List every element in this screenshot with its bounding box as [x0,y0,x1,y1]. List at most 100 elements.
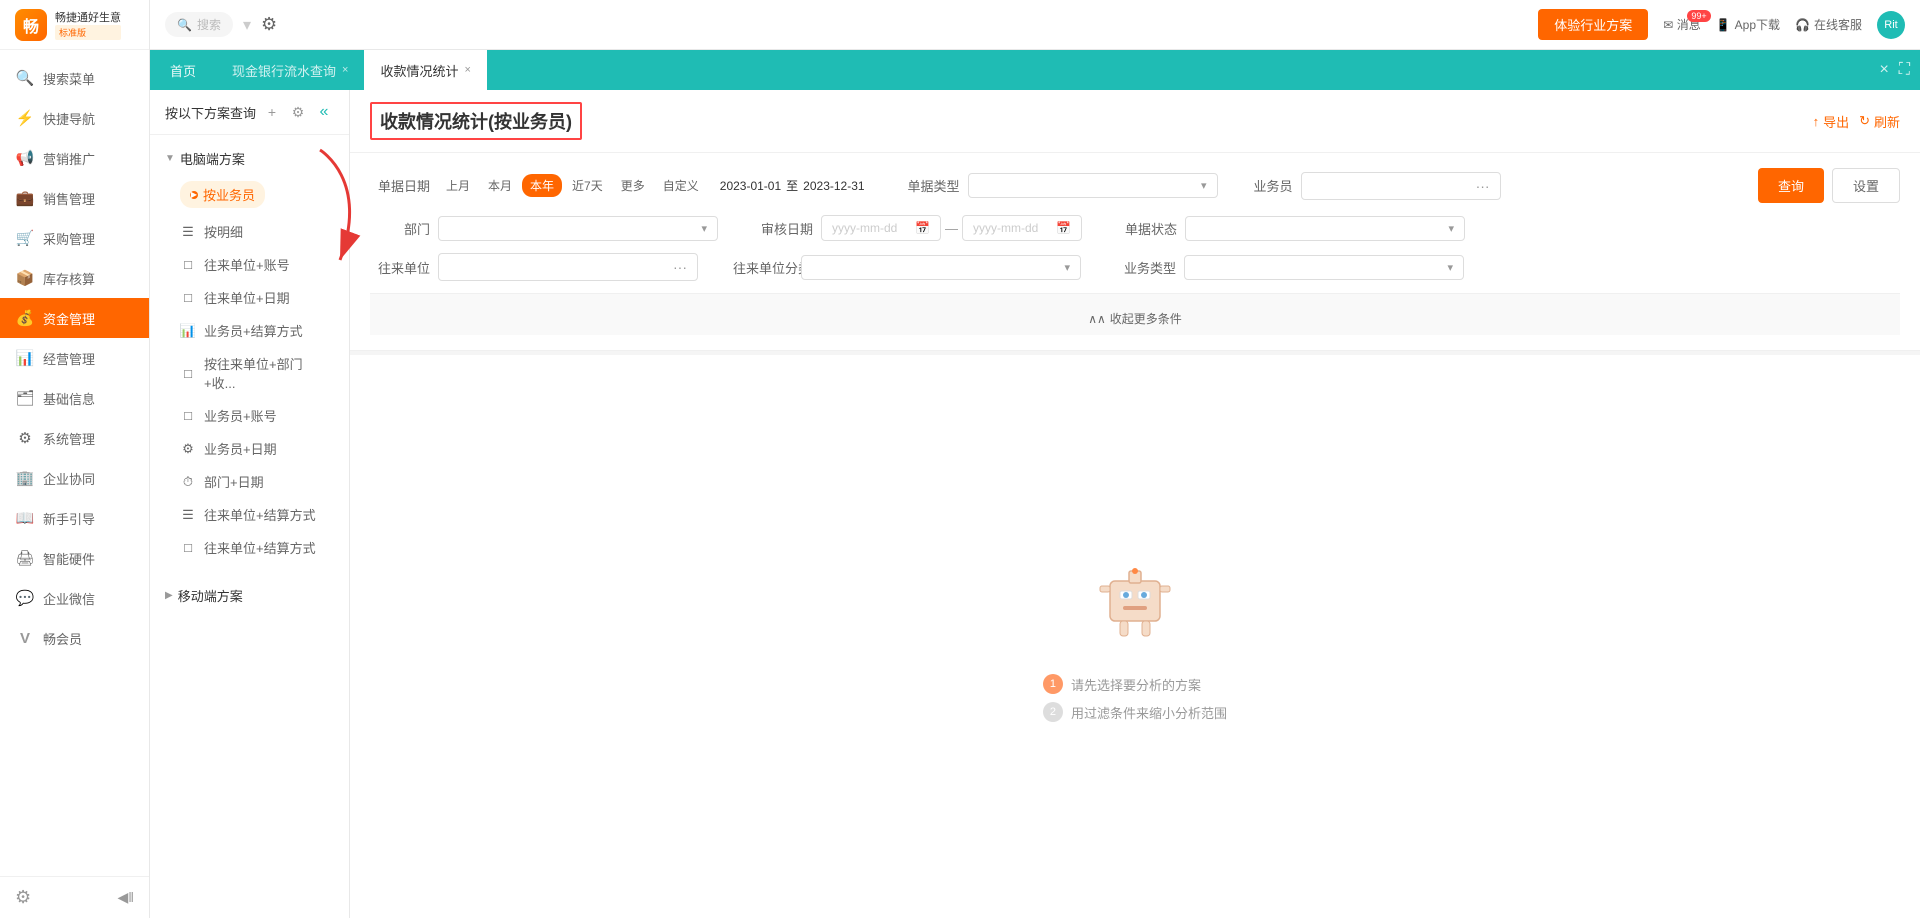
desktop-expand-icon: ▼ [165,153,175,164]
tab-bank-flow[interactable]: 现金银行流水查询 × [216,50,364,90]
online-service[interactable]: 🎧 在线客服 [1795,16,1862,33]
tab-collection-stats[interactable]: 收款情况统计 × [364,50,486,90]
scheme-item-partner-dept[interactable]: □ 按往来单位+部门+收... [150,347,349,399]
scheme-item-by-salesman[interactable]: ▶ 按业务员 [150,174,349,215]
sidebar-item-marketing[interactable]: 📢 营销推广 [0,138,149,178]
calendar-end-icon[interactable]: 📅 [1056,221,1071,235]
sidebar-item-finance[interactable]: 💰 资金管理 [0,298,149,338]
scheme-item-partner-date[interactable]: □ 往来单位+日期 [150,281,349,314]
dept-date-icon: ⏱ [180,474,196,490]
sidebar-item-purchase[interactable]: 🛒 采购管理 [0,218,149,258]
empty-hints: 1 请先选择要分析的方案 2 用过滤条件来缩小分析范围 [1043,674,1227,722]
left-panel-actions: + ⚙ « [262,102,334,122]
doc-type-select[interactable]: ▾ [968,173,1218,198]
biz-type-label: 业务类型 [1116,258,1176,277]
collapse-panel-button[interactable]: « [314,102,334,122]
trial-button[interactable]: 体验行业方案 [1538,9,1648,40]
tab-collection-stats-close[interactable]: × [464,64,470,76]
salesman-more-icon[interactable]: ··· [1476,178,1490,194]
query-button[interactable]: 查询 [1758,168,1824,203]
topbar-search[interactable]: 🔍 搜索 [165,12,233,37]
mobile-scheme-header[interactable]: ▶ 移动端方案 [150,580,349,611]
date-tabs: 上月 本月 本年 近7天 更多 自定义 [438,174,707,197]
filter-doc-type: 单据类型 ▾ [900,173,1218,198]
hint-num-2: 2 [1043,702,1063,722]
tab-home[interactable]: 首页 [150,50,216,90]
tab-expand-icon[interactable]: ⛶ [1899,61,1910,79]
sidebar-item-smart-hw[interactable]: 🖨 智能硬件 [0,538,149,578]
topbar-right: 体验行业方案 ✉ 消息 99+ 📱 App下载 🎧 在线客服 Rit [1538,9,1905,40]
message-area[interactable]: ✉ 消息 99+ [1663,16,1700,33]
right-main: 收款情况统计(按业务员) ↑ 导出 ↻ 刷新 单据日 [350,90,1920,918]
partner-account-icon: □ [180,257,196,273]
scheme-item-partner-settlement1[interactable]: ☰ 往来单位+结算方式 [150,498,349,531]
left-panel: 按以下方案查询 + ⚙ « ▼ 电脑端方案 ▶ [150,90,350,918]
user-area[interactable]: Rit [1877,11,1905,39]
partner-label: 往来单位 [370,258,430,277]
filter-biz-type: 业务类型 ▾ [1116,255,1464,280]
footer-collapse-icon[interactable]: ◀‖ [117,889,134,906]
chevron-up-icon: ∧∧ [1088,312,1106,326]
sidebar-item-quick-nav[interactable]: ⚡ 快捷导航 [0,98,149,138]
date-tab-last-month[interactable]: 上月 [438,174,478,197]
filter-partner: 往来单位 ··· [370,253,698,281]
collapse-button[interactable]: ∧∧ 收起更多条件 [370,302,1900,335]
partner-select[interactable]: ··· [438,253,698,281]
salesman-date-icon: ⚙ [180,441,196,457]
date-tab-this-year[interactable]: 本年 [522,174,562,197]
scheme-item-dept-date[interactable]: ⏱ 部门+日期 [150,465,349,498]
tab-bank-flow-close[interactable]: × [342,64,348,76]
sidebar-item-member[interactable]: V 畅会员 [0,618,149,658]
desktop-scheme-header[interactable]: ▼ 电脑端方案 [150,143,349,174]
app-download[interactable]: 📱 App下载 [1716,16,1780,33]
footer-settings-icon[interactable]: ⚙ [15,887,31,908]
refresh-button[interactable]: ↻ 刷新 [1859,112,1900,131]
export-button[interactable]: ↑ 导出 [1813,112,1850,131]
scheme-item-partner-account[interactable]: □ 往来单位+账号 [150,248,349,281]
desktop-scheme-group: ▼ 电脑端方案 ▶ 按业务员 ☰ 按明细 [150,135,349,572]
message-icon: ✉ [1663,18,1673,32]
topbar-settings-icon[interactable]: ⚙ [261,14,277,35]
settings-scheme-button[interactable]: ⚙ [288,102,308,122]
filter-doc-status: 单据状态 ▾ [1117,216,1465,241]
doc-status-select[interactable]: ▾ [1185,216,1465,241]
dept-label: 部门 [370,219,430,238]
sidebar-item-system[interactable]: ⚙ 系统管理 [0,418,149,458]
sidebar-item-search-menu[interactable]: 🔍 搜索菜单 [0,58,149,98]
dept-select[interactable]: ▾ [438,216,718,241]
scheme-item-salesman-date[interactable]: ⚙ 业务员+日期 [150,432,349,465]
scheme-item-partner-settlement2[interactable]: □ 往来单位+结算方式 [150,531,349,564]
sidebar-item-basic-info[interactable]: 🗂 基础信息 [0,378,149,418]
date-tab-this-month[interactable]: 本月 [480,174,520,197]
review-date-end[interactable]: yyyy-mm-dd 📅 [962,215,1082,241]
sidebar-item-wechat[interactable]: 💬 企业微信 [0,578,149,618]
sidebar-item-sales[interactable]: 💼 销售管理 [0,178,149,218]
settings-button[interactable]: 设置 [1832,168,1900,203]
sidebar-item-guide[interactable]: 📖 新手引导 [0,498,149,538]
date-tab-custom[interactable]: 自定义 [655,174,707,197]
doc-status-arrow: ▾ [1448,222,1454,235]
partner-category-select[interactable]: ▾ [801,255,1081,280]
scheme-item-by-detail[interactable]: ☰ 按明细 [150,215,349,248]
calendar-start-icon[interactable]: 📅 [915,221,930,235]
left-panel-header: 按以下方案查询 + ⚙ « [150,90,349,135]
partner-dots[interactable]: ··· [673,259,687,275]
scheme-item-salesman-account[interactable]: □ 业务员+账号 [150,399,349,432]
export-icon: ↑ [1813,114,1820,129]
search-dropdown-icon[interactable]: ▾ [243,15,251,35]
date-tab-more[interactable]: 更多 [613,174,653,197]
add-scheme-button[interactable]: + [262,102,282,122]
review-date-start[interactable]: yyyy-mm-dd 📅 [821,215,941,241]
date-tab-last-7[interactable]: 近7天 [564,174,611,197]
sidebar-item-inventory[interactable]: 📦 库存核算 [0,258,149,298]
salesman-select-top[interactable]: ··· [1301,172,1501,200]
scheme-item-salesman-settlement[interactable]: 📊 业务员+结算方式 [150,314,349,347]
mobile-expand-icon: ▶ [165,590,173,601]
filter-review-date: 审核日期 yyyy-mm-dd 📅 — yyyy-mm-dd 📅 [753,215,1082,241]
tab-close-all-icon[interactable]: × [1879,61,1888,79]
sidebar-item-enterprise[interactable]: 🏢 企业协同 [0,458,149,498]
biz-type-select[interactable]: ▾ [1184,255,1464,280]
filter-row-3: 往来单位 ··· 往来单位分类 ▾ [370,253,1900,281]
filter-dept: 部门 ▾ [370,216,718,241]
sidebar-item-operations[interactable]: 📊 经营管理 [0,338,149,378]
